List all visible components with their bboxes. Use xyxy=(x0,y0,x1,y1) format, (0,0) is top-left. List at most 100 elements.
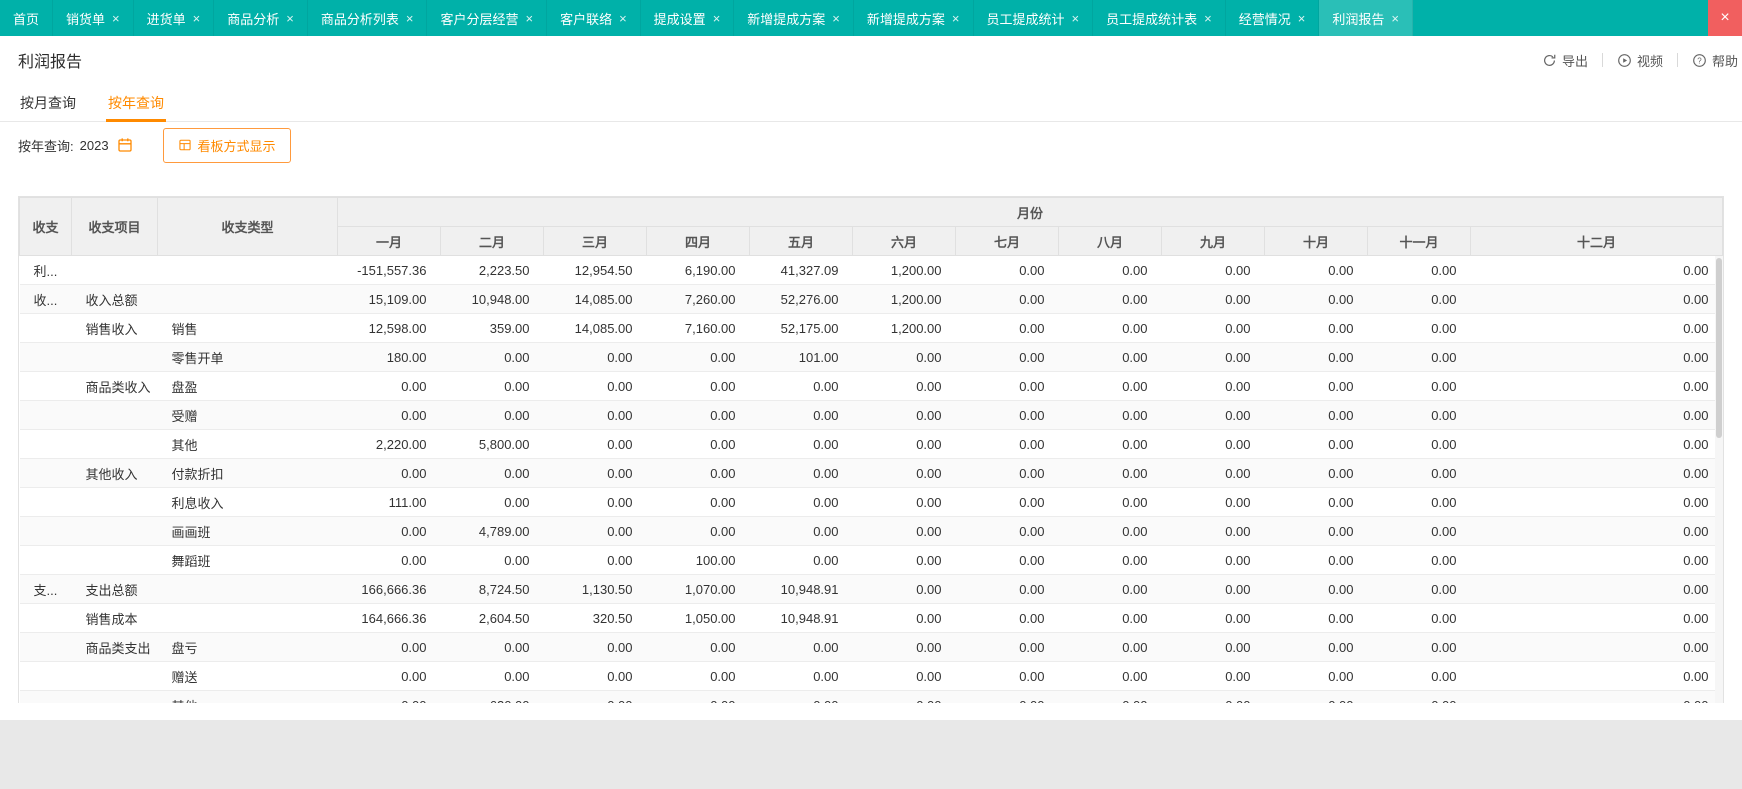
row-item xyxy=(71,255,158,285)
cell-value: 166,666.36 xyxy=(337,574,441,604)
cell-value: 0.00 xyxy=(955,255,1059,285)
cell-value: 0.00 xyxy=(1470,690,1723,703)
cell-value: 1,200.00 xyxy=(852,284,956,314)
cell-value: 0.00 xyxy=(337,371,441,401)
tab-close-icon[interactable]: × xyxy=(1204,12,1212,25)
cell-value: 0.00 xyxy=(749,632,853,662)
video-button[interactable]: 视频 xyxy=(1617,51,1663,70)
help-button[interactable]: ? 帮助 xyxy=(1692,51,1738,70)
tab-close-icon[interactable]: × xyxy=(619,12,627,25)
tab-close-icon[interactable]: × xyxy=(525,12,533,25)
nav-tab[interactable]: 新增提成方案 × xyxy=(734,0,854,36)
cell-value: 0.00 xyxy=(955,603,1059,633)
cell-value: 0.00 xyxy=(646,429,750,459)
cell-value: 0.00 xyxy=(646,371,750,401)
cell-value: 0.00 xyxy=(1264,429,1368,459)
cell-value: 0.00 xyxy=(1161,458,1265,488)
cell-value: 0.00 xyxy=(1367,255,1471,285)
cell-value: 0.00 xyxy=(337,632,441,662)
export-button[interactable]: 导出 xyxy=(1542,51,1588,70)
nav-tab-label: 新增提成方案 xyxy=(866,11,945,27)
cell-value: 0.00 xyxy=(1161,545,1265,575)
cell-value: 0.00 xyxy=(1470,632,1723,662)
scrollbar-thumb[interactable] xyxy=(1716,258,1722,438)
cell-value: 0.00 xyxy=(1470,255,1723,285)
tab-close-icon[interactable]: × xyxy=(832,12,840,25)
tab-close-icon[interactable]: × xyxy=(713,12,721,25)
month-column-header: 八月 xyxy=(1058,226,1162,256)
cell-value: 0.00 xyxy=(440,487,544,517)
cell-value: 0.00 xyxy=(1470,487,1723,517)
cell-value: 101.00 xyxy=(749,342,853,372)
nav-tab[interactable]: 首页 xyxy=(0,0,54,36)
cell-value: 0.00 xyxy=(1264,255,1368,285)
close-all-tabs-button[interactable]: × xyxy=(1708,0,1742,36)
nav-tab[interactable]: 客户联络 × xyxy=(547,0,641,36)
tab-year-query[interactable]: 按年查询 xyxy=(106,84,166,122)
cell-value: 0.00 xyxy=(543,661,647,691)
year-value[interactable]: 2023 xyxy=(80,138,109,153)
cell-value: 0.00 xyxy=(1367,284,1471,314)
cell-value: 0.00 xyxy=(749,690,853,703)
cell-value: 0.00 xyxy=(749,429,853,459)
cell-value: 180.00 xyxy=(337,342,441,372)
row-category xyxy=(19,342,72,372)
row-category xyxy=(19,313,72,343)
tab-close-icon[interactable]: × xyxy=(1072,12,1080,25)
month-column-header: 七月 xyxy=(955,226,1059,256)
cell-value: 0.00 xyxy=(852,632,956,662)
nav-tab[interactable]: 销货单 × xyxy=(53,0,134,36)
nav-tab[interactable]: 商品分析列表 × xyxy=(308,0,428,36)
col-header-type: 收支类型 xyxy=(157,197,338,256)
cell-value: 0.00 xyxy=(646,516,750,546)
cell-value: 0.00 xyxy=(1367,632,1471,662)
vertical-scrollbar[interactable] xyxy=(1715,256,1723,703)
board-display-button[interactable]: 看板方式显示 xyxy=(162,127,291,163)
tab-close-icon[interactable]: × xyxy=(193,12,201,25)
col-header-category: 收支 xyxy=(19,197,72,256)
tab-month-query[interactable]: 按月查询 xyxy=(18,84,78,121)
cell-value: 0.00 xyxy=(1470,400,1723,430)
cell-value: 0.00 xyxy=(543,371,647,401)
tab-close-icon[interactable]: × xyxy=(112,12,120,25)
nav-tab[interactable]: 员工提成统计 × xyxy=(974,0,1094,36)
tab-close-icon[interactable]: × xyxy=(1298,12,1306,25)
cell-value: 0.00 xyxy=(1058,429,1162,459)
cell-value: 0.00 xyxy=(1264,545,1368,575)
nav-tab[interactable]: 员工提成统计表 × xyxy=(1093,0,1226,36)
nav-tab[interactable]: 提成设置 × xyxy=(641,0,735,36)
row-item xyxy=(71,516,158,546)
nav-tab[interactable]: 客户分层经营 × xyxy=(427,0,548,36)
nav-tab[interactable]: 商品分析 × xyxy=(214,0,308,36)
cell-value: 0.00 xyxy=(1367,516,1471,546)
cell-value: 0.00 xyxy=(852,516,956,546)
month-column-header: 十一月 xyxy=(1367,226,1471,256)
table-row: 商品类收入 盘盈 0.00 0.00 0.00 0.00 0.00 0.00 0.00 0.00 0… xyxy=(19,371,1723,401)
cell-value: 15,109.00 xyxy=(337,284,441,314)
calendar-icon[interactable] xyxy=(117,137,133,153)
cell-value: 0.00 xyxy=(1264,342,1368,372)
nav-tab[interactable]: 利润报告 × xyxy=(1319,0,1413,36)
row-category xyxy=(19,516,72,546)
cell-value: 0.00 xyxy=(955,429,1059,459)
tab-close-icon[interactable]: × xyxy=(1391,12,1399,25)
row-category xyxy=(19,603,72,633)
cell-value: 0.00 xyxy=(440,661,544,691)
cell-value: 0.00 xyxy=(1470,661,1723,691)
cell-value: 0.00 xyxy=(1264,690,1368,703)
tab-close-icon[interactable]: × xyxy=(286,12,294,25)
nav-tab[interactable]: 新增提成方案 × xyxy=(854,0,974,36)
table-row: 销售成本 164,666.36 2,604.50 320.50 1,050.00 10,9… xyxy=(19,603,1723,633)
tab-close-icon[interactable]: × xyxy=(952,12,960,25)
cell-value: 0.00 xyxy=(852,458,956,488)
tab-close-icon[interactable]: × xyxy=(406,12,414,25)
cell-value: 0.00 xyxy=(1161,342,1265,372)
cell-value: 0.00 xyxy=(1367,342,1471,372)
month-column-header: 五月 xyxy=(749,226,853,256)
cell-value: 0.00 xyxy=(1367,400,1471,430)
col-header-item: 收支项目 xyxy=(71,197,158,256)
cell-value: 0.00 xyxy=(543,400,647,430)
row-item: 销售收入 xyxy=(71,313,158,343)
nav-tab[interactable]: 进货单 × xyxy=(134,0,215,36)
nav-tab[interactable]: 经营情况 × xyxy=(1226,0,1320,36)
